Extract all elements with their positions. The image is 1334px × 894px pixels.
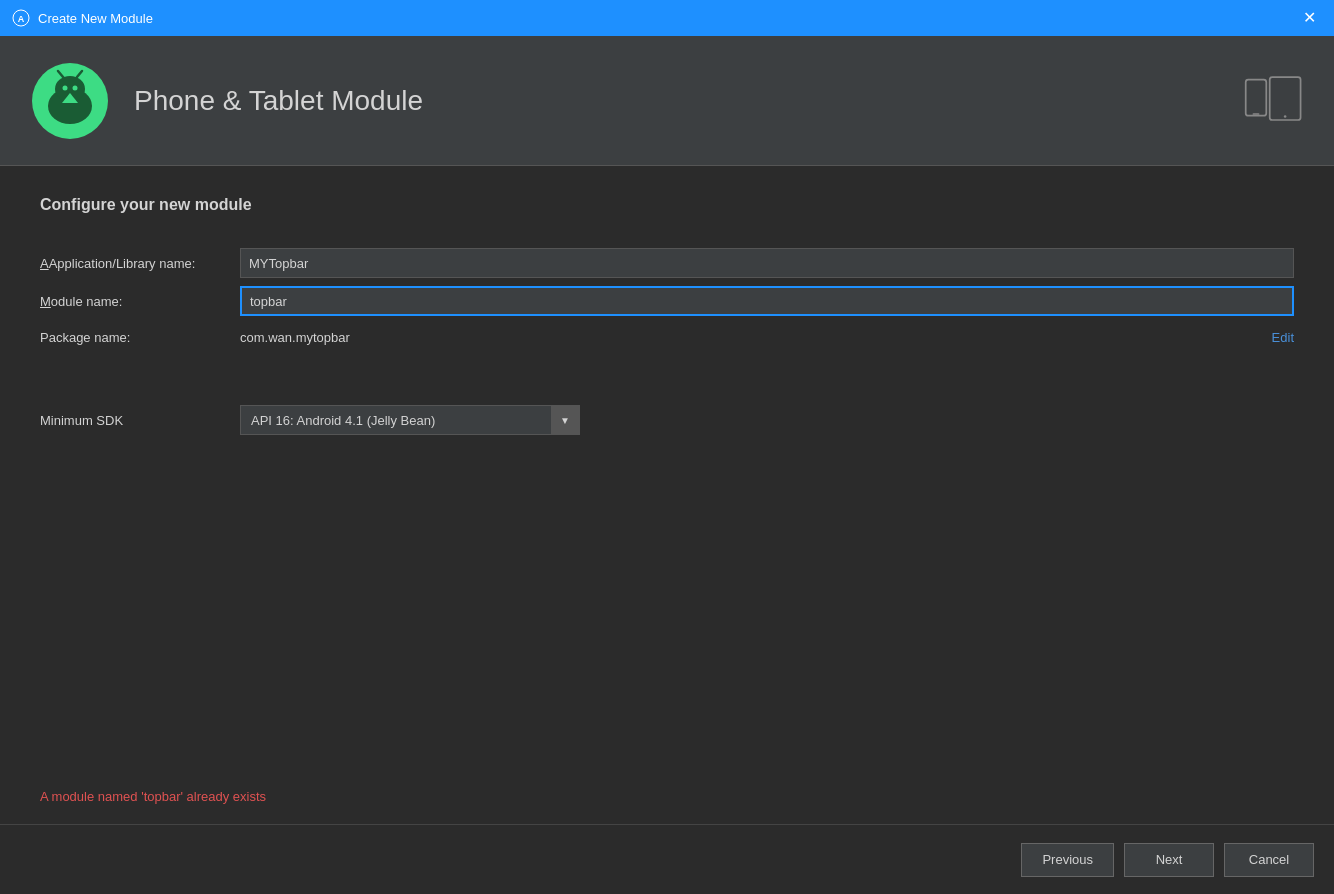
svg-rect-11 <box>1253 113 1260 115</box>
sdk-section: Minimum SDK API 16: Android 4.1 (Jelly B… <box>40 405 1294 435</box>
svg-rect-10 <box>1246 80 1267 116</box>
section-title: Configure your new module <box>40 196 1294 214</box>
header-banner: Phone & Tablet Module <box>0 36 1334 166</box>
title-bar: A Create New Module ✕ <box>0 0 1334 36</box>
module-name-label: Module name: <box>40 284 240 319</box>
android-logo <box>30 61 110 141</box>
edit-link[interactable]: Edit <box>1272 330 1294 345</box>
package-name-row: com.wan.mytopbar Edit <box>240 330 1294 345</box>
min-sdk-label: Minimum SDK <box>40 413 210 428</box>
footer: Previous Next Cancel <box>0 824 1334 894</box>
min-sdk-dropdown[interactable]: API 16: Android 4.1 (Jelly Bean) ▼ <box>240 405 580 435</box>
svg-point-5 <box>63 85 68 90</box>
cancel-button[interactable]: Cancel <box>1224 843 1314 877</box>
app-library-input[interactable] <box>240 248 1294 278</box>
title-bar-text: Create New Module <box>38 11 153 26</box>
svg-text:A: A <box>18 14 25 24</box>
module-name-input[interactable] <box>240 286 1294 316</box>
device-icons <box>1244 74 1304 127</box>
svg-rect-12 <box>1270 77 1301 120</box>
error-message: A module named 'topbar' already exists <box>40 789 266 804</box>
content-area: Configure your new module AApplication/L… <box>0 166 1334 824</box>
close-button[interactable]: ✕ <box>1297 8 1322 28</box>
title-bar-left: A Create New Module <box>12 9 153 27</box>
android-studio-icon: A <box>12 9 30 27</box>
svg-point-6 <box>73 85 78 90</box>
header-title: Phone & Tablet Module <box>134 85 423 117</box>
app-library-label: AApplication/Library name: <box>40 246 240 281</box>
form-grid: AApplication/Library name: Module name: … <box>40 244 1294 355</box>
min-sdk-value: API 16: Android 4.1 (Jelly Bean) <box>241 413 551 428</box>
package-name-label: Package name: <box>40 320 240 355</box>
next-button[interactable]: Next <box>1124 843 1214 877</box>
sdk-dropdown-btn[interactable]: ▼ <box>551 405 579 435</box>
svg-point-13 <box>1284 115 1287 118</box>
previous-button[interactable]: Previous <box>1021 843 1114 877</box>
package-name-value: com.wan.mytopbar <box>240 330 1262 345</box>
